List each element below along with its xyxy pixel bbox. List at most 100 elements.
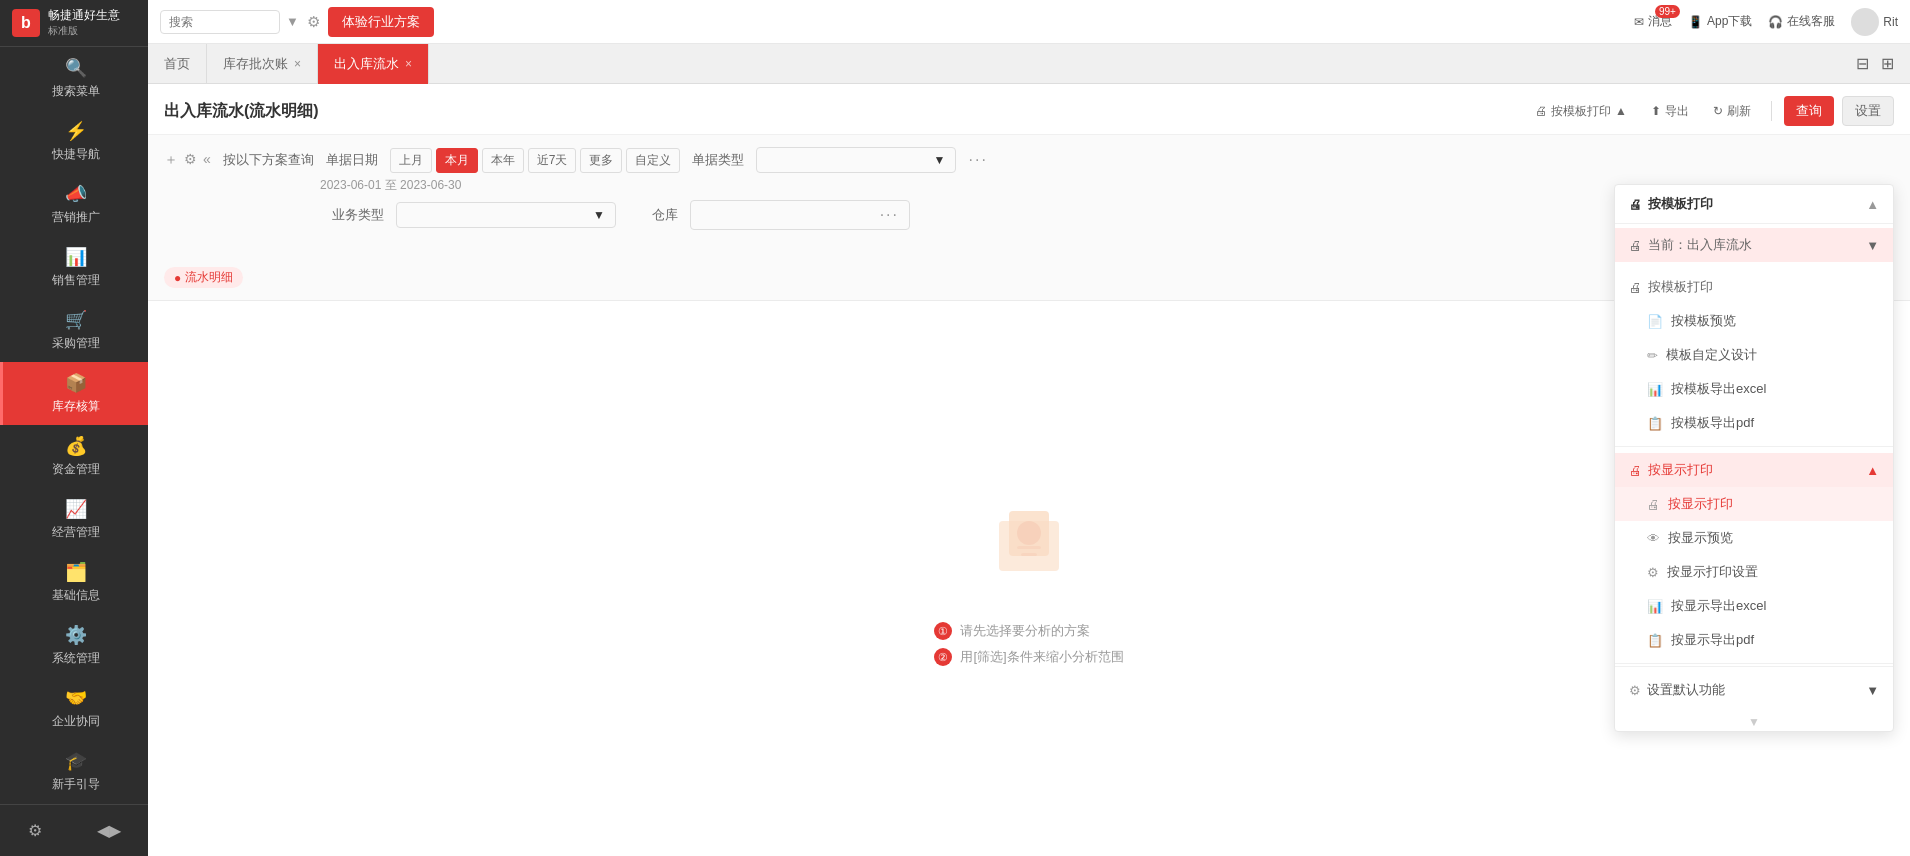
dropdown-title: 🖨 按模板打印: [1629, 195, 1713, 213]
print-icon: 🖨: [1535, 104, 1547, 118]
display-print-action-label: 按显示打印: [1668, 495, 1733, 513]
template-custom-item[interactable]: ✏ 模板自定义设计: [1615, 338, 1893, 372]
sidebar-item-enterprise[interactable]: 🤝 企业协同: [0, 677, 148, 740]
biz-type-dropdown[interactable]: ▼: [396, 202, 616, 228]
topbar-search: ▼: [160, 10, 299, 34]
print-btn[interactable]: 🖨 按模板打印 ▲: [1527, 99, 1635, 124]
sidebar-item-finance[interactable]: 💰 资金管理: [0, 425, 148, 488]
pdf-icon: 📋: [1647, 416, 1663, 431]
topbar: ▼ ⚙ 体验行业方案 ✉ 消息 99+ 📱 App下载 🎧 在线客服 Rit: [148, 0, 1910, 44]
template-print-section: 🖨 按模板打印 📄 按模板预览 ✏ 模板自定义设计 📊 按模板导出excel: [1615, 266, 1893, 444]
display-print-action-item[interactable]: 🖨 按显示打印: [1615, 487, 1893, 521]
message-btn[interactable]: ✉ 消息 99+: [1634, 13, 1672, 30]
sidebar-item-label: 销售管理: [52, 272, 100, 289]
megaphone-icon: 📣: [65, 183, 87, 205]
sidebar-item-label: 基础信息: [52, 587, 100, 604]
sidebar-item-marketing[interactable]: 📣 营销推广: [0, 173, 148, 236]
user-avatar-btn[interactable]: Rit: [1851, 8, 1898, 36]
content-area: 出入库流水(流水明细) 🖨 按模板打印 ▲ ⬆ 导出 ↻ 刷新 查询 设置: [148, 84, 1910, 856]
warehouse-dropdown[interactable]: ···: [690, 200, 910, 230]
current-item-icon: 🖨: [1629, 238, 1642, 253]
display-print-header[interactable]: 🖨 按显示打印 ▲: [1615, 453, 1893, 487]
sidebar-item-operations[interactable]: 📈 经营管理: [0, 488, 148, 551]
template-print-header[interactable]: 🖨 按模板打印: [1615, 270, 1893, 304]
tabbar-controls: ⊟ ⊞: [1852, 50, 1910, 77]
tab-batch-account[interactable]: 库存批次账 ×: [207, 44, 318, 84]
dropdown-collapse-icon[interactable]: ▲: [1866, 197, 1879, 212]
tab-flow-label: 出入库流水: [334, 55, 399, 73]
template-export-excel-item[interactable]: 📊 按模板导出excel: [1615, 372, 1893, 406]
display-export-pdf-item[interactable]: 📋 按显示导出pdf: [1615, 623, 1893, 657]
set-default-label: 设置默认功能: [1647, 681, 1725, 699]
display-preview-icon: 👁: [1647, 531, 1660, 546]
date-tag-custom[interactable]: 自定义: [626, 148, 680, 173]
tab-maximize-icon[interactable]: ⊞: [1877, 50, 1898, 77]
cart-icon: 🛒: [65, 309, 87, 331]
online-service-btn[interactable]: 🎧 在线客服: [1768, 13, 1835, 30]
more-options-icon[interactable]: ···: [968, 151, 987, 169]
sidebar-item-label: 资金管理: [52, 461, 100, 478]
display-export-pdf-label: 按显示导出pdf: [1671, 631, 1754, 649]
date-tag-7days[interactable]: 近7天: [528, 148, 577, 173]
tab-home[interactable]: 首页: [148, 44, 207, 84]
topbar-gear-icon[interactable]: ⚙: [307, 13, 320, 31]
doc-type-dropdown[interactable]: ▼: [756, 147, 956, 173]
search-input[interactable]: [160, 10, 280, 34]
display-print-settings-item[interactable]: ⚙ 按显示打印设置: [1615, 555, 1893, 589]
app-download-btn[interactable]: 📱 App下载: [1688, 13, 1752, 30]
refresh-btn[interactable]: ↻ 刷新: [1705, 99, 1759, 124]
message-icon: ✉: [1634, 15, 1644, 29]
add-filter-icon[interactable]: ＋: [164, 151, 178, 169]
template-preview-item[interactable]: 📄 按模板预览: [1615, 304, 1893, 338]
sidebar-item-basic[interactable]: 🗂️ 基础信息: [0, 551, 148, 614]
dropdown-current-item[interactable]: 🖨 当前：出入库流水 ▼: [1615, 228, 1893, 262]
date-tag-last-month[interactable]: 上月: [390, 148, 432, 173]
sidebar-item-sales[interactable]: 📊 销售管理: [0, 236, 148, 299]
settings-btn[interactable]: 设置: [1842, 96, 1894, 126]
display-export-excel-item[interactable]: 📊 按显示导出excel: [1615, 589, 1893, 623]
date-tag-this-year[interactable]: 本年: [482, 148, 524, 173]
sidebar-settings-icon[interactable]: ⚙: [22, 815, 48, 846]
trial-btn[interactable]: 体验行业方案: [328, 7, 434, 37]
sidebar: b 畅捷通好生意 标准版 🔍 搜索菜单 ⚡ 快捷导航 📣 营销推广 📊 销售管理…: [0, 0, 148, 856]
tab-flow[interactable]: 出入库流水 ×: [318, 44, 429, 84]
tab-flow-close[interactable]: ×: [405, 57, 412, 71]
svg-rect-4: [1021, 553, 1037, 556]
sidebar-item-system[interactable]: ⚙️ 系统管理: [0, 614, 148, 677]
display-preview-item[interactable]: 👁 按显示预览: [1615, 521, 1893, 555]
print-dropdown-arrow[interactable]: ▲: [1615, 104, 1627, 118]
collapse-filter-icon[interactable]: «: [203, 151, 211, 169]
display-pdf-icon: 📋: [1647, 633, 1663, 648]
date-tag-more[interactable]: 更多: [580, 148, 622, 173]
sidebar-item-search[interactable]: 🔍 搜索菜单: [0, 47, 148, 110]
warehouse-more-icon[interactable]: ···: [880, 206, 899, 224]
display-print-section-icon: 🖨: [1629, 463, 1642, 478]
tab-home-label: 首页: [164, 55, 190, 73]
tab-batch-account-close[interactable]: ×: [294, 57, 301, 71]
display-print-section: 🖨 按显示打印 ▲ 🖨 按显示打印 👁 按显示预览 ⚙ 按显示打印设置: [1615, 449, 1893, 661]
export-btn[interactable]: ⬆ 导出: [1643, 99, 1697, 124]
trending-icon: 📈: [65, 498, 87, 520]
doc-type-label: 单据类型: [692, 151, 744, 169]
footer-divider: [1615, 663, 1893, 664]
sidebar-item-newbie[interactable]: 🎓 新手引导: [0, 740, 148, 803]
sidebar-collapse-icon[interactable]: ◀▶: [91, 815, 127, 846]
set-default-item[interactable]: ⚙ 设置默认功能 ▼: [1629, 675, 1879, 705]
sidebar-item-purchase[interactable]: 🛒 采购管理: [0, 299, 148, 362]
chart-icon: 📊: [65, 246, 87, 268]
tab-batch-account-label: 库存批次账: [223, 55, 288, 73]
search-dropdown-icon[interactable]: ▼: [286, 14, 299, 29]
active-filter-chip[interactable]: ● 流水明细: [164, 267, 243, 288]
template-export-pdf-item[interactable]: 📋 按模板导出pdf: [1615, 406, 1893, 440]
phone-download-icon: 📱: [1688, 15, 1703, 29]
filter-settings-icon[interactable]: ⚙: [184, 151, 197, 169]
template-custom-label: 模板自定义设计: [1666, 346, 1757, 364]
sidebar-item-quick-nav[interactable]: ⚡ 快捷导航: [0, 110, 148, 173]
tab-minimize-icon[interactable]: ⊟: [1852, 50, 1873, 77]
sidebar-item-inventory[interactable]: 📦 库存核算: [0, 362, 148, 425]
folder-icon: 🗂️: [65, 561, 87, 583]
doc-type-arrow: ▼: [934, 153, 946, 167]
query-btn[interactable]: 查询: [1784, 96, 1834, 126]
date-label: 单据日期: [326, 151, 378, 169]
date-tag-this-month[interactable]: 本月: [436, 148, 478, 173]
